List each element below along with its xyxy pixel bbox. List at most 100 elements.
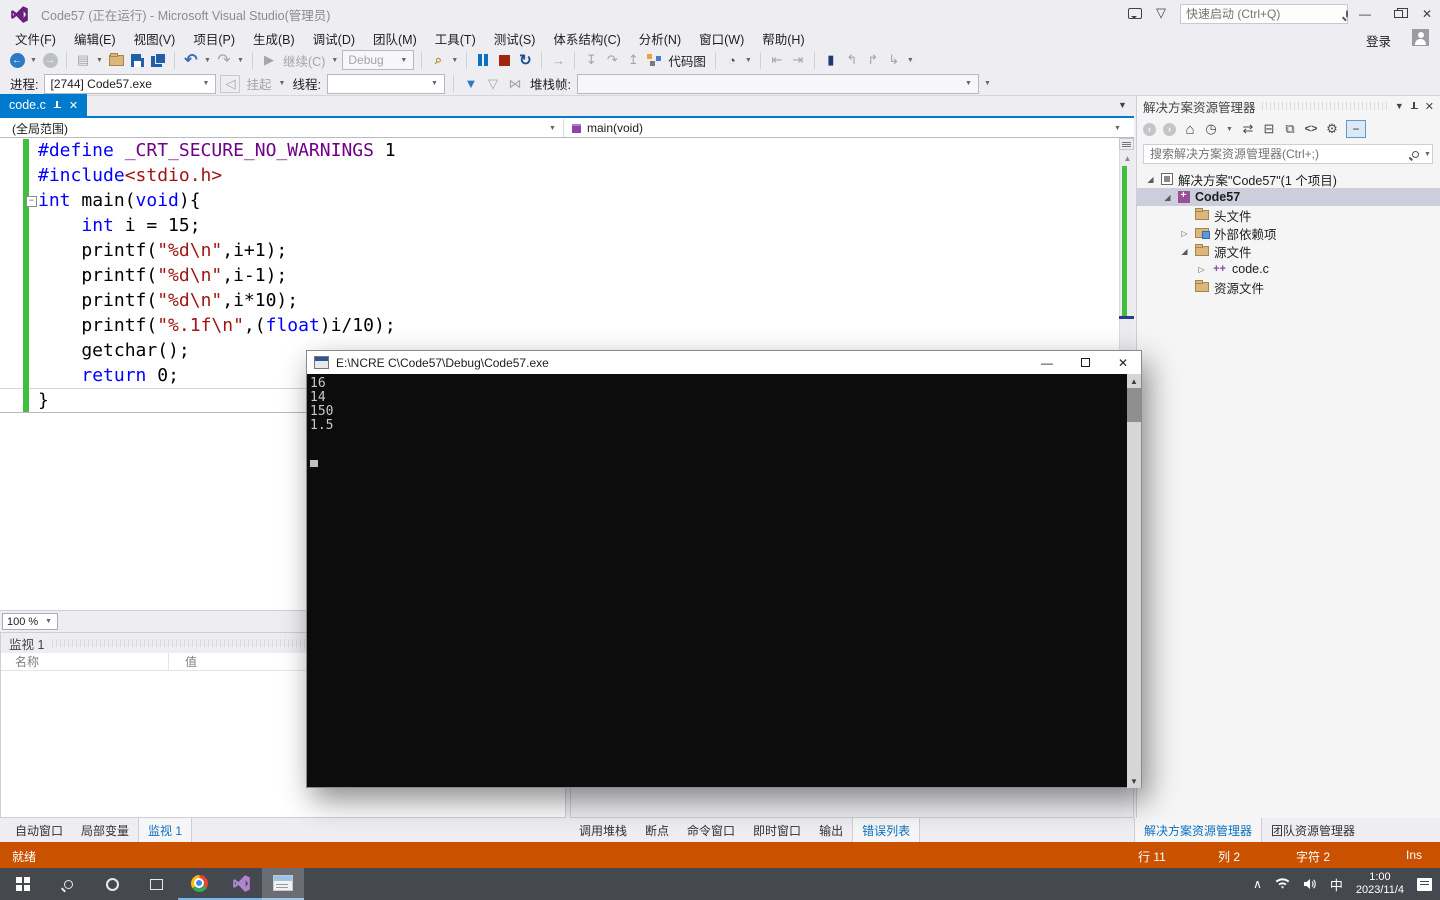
start-button[interactable] — [0, 868, 46, 900]
filter-flagged-icon[interactable]: ▽ — [484, 73, 502, 95]
clear-bookmarks-icon[interactable]: ↳ — [885, 49, 903, 71]
console-minimize-button[interactable]: — — [1031, 351, 1063, 374]
redo-icon[interactable]: ↷ — [215, 49, 233, 71]
filter-dropdown[interactable]: ▼ — [1225, 126, 1234, 133]
scope-dropdown[interactable]: (全局范围) ▼ — [6, 119, 564, 137]
console-scroll-down-icon[interactable]: ▼ — [1127, 774, 1141, 788]
panel-tab[interactable]: 自动窗口 — [6, 818, 72, 844]
tree-item-folder-deps[interactable]: ▷ 外部依赖项 — [1137, 224, 1440, 242]
visual-studio-taskbar-button[interactable] — [220, 868, 262, 900]
menu-item[interactable]: 体系结构(C) — [544, 27, 629, 50]
window-position-dropdown[interactable]: ▼ — [1395, 101, 1404, 111]
watch-col-name[interactable]: 名称 — [1, 653, 169, 670]
thread-dropdown[interactable]: ▼ — [326, 73, 445, 94]
wifi-icon[interactable] — [1275, 878, 1290, 890]
collapse-all-icon[interactable]: ⊟ — [1262, 120, 1276, 138]
editor-split-handle[interactable] — [1119, 138, 1134, 150]
suspend-label[interactable]: 挂起 — [246, 74, 271, 93]
close-button[interactable]: ✕ — [1414, 4, 1440, 24]
menu-item[interactable]: 调试(D) — [304, 27, 364, 50]
se-back-icon[interactable]: ‹ — [1143, 122, 1156, 136]
code-line[interactable]: printf("%d\n",i+1); — [0, 238, 1119, 263]
panel-tab[interactable]: 团队资源管理器 — [1262, 818, 1364, 844]
action-center-icon[interactable] — [1417, 877, 1432, 891]
editor-zoom-dropdown[interactable]: 100 % ▼ — [2, 613, 58, 630]
solution-explorer-header[interactable]: 解决方案资源管理器 ▼ ✕ — [1137, 96, 1440, 116]
menu-item[interactable]: 窗口(W) — [690, 27, 753, 50]
close-tab-icon[interactable]: ✕ — [69, 99, 78, 112]
hidden-icons-chevron[interactable]: ∧ — [1253, 877, 1262, 891]
menu-item[interactable]: 团队(M) — [364, 27, 426, 50]
code-line[interactable]: printf("%.1f\n",(float)i/10); — [0, 313, 1119, 338]
diagnostic-dropdown[interactable]: ▼ — [744, 57, 753, 64]
previous-bookmark-icon[interactable]: ↰ — [843, 49, 861, 71]
code-map-icon[interactable] — [645, 49, 663, 71]
menu-item[interactable]: 分析(N) — [630, 27, 690, 50]
panel-tab[interactable]: 命令窗口 — [678, 818, 744, 844]
view-code-icon[interactable]: <> — [1304, 120, 1318, 138]
menu-item[interactable]: 项目(P) — [184, 27, 244, 50]
console-output[interactable]: 16 14 150 1.5 — [307, 374, 1141, 787]
menu-item[interactable]: 生成(B) — [244, 27, 304, 50]
console-maximize-button[interactable] — [1069, 351, 1101, 374]
tree-expand-arrow[interactable]: ▷ — [1179, 229, 1190, 238]
properties-icon[interactable]: ⚙ — [1325, 120, 1339, 138]
code-line[interactable]: printf("%d\n",i*10); — [0, 288, 1119, 313]
show-all-files-icon[interactable]: ⧉ — [1283, 120, 1297, 138]
panel-tab[interactable]: 即时窗口 — [744, 818, 810, 844]
cortana-button[interactable] — [90, 868, 134, 900]
toolbar-overflow-2[interactable]: ▼ — [906, 57, 915, 64]
speaker-icon[interactable] — [1303, 878, 1317, 890]
save-icon[interactable] — [128, 49, 146, 71]
home-icon[interactable]: ⌂ — [1183, 120, 1197, 138]
filter-threads-icon[interactable]: ▼ — [462, 73, 480, 95]
solution-search-box[interactable]: ▼ — [1143, 144, 1433, 164]
toggle-bookmark-icon[interactable]: ▮ — [822, 49, 840, 71]
menu-item[interactable]: 编辑(E) — [65, 27, 125, 50]
save-all-icon[interactable] — [149, 49, 167, 71]
menu-item[interactable]: 工具(T) — [426, 27, 485, 50]
next-bookmark-icon[interactable]: ↱ — [864, 49, 882, 71]
chrome-taskbar-button[interactable] — [178, 868, 220, 900]
console-title-bar[interactable]: E:\NCRE C\Code57\Debug\Code57.exe — [307, 351, 1141, 374]
step-into-icon[interactable]: ↧ — [582, 49, 600, 71]
restart-icon[interactable]: ↻ — [516, 49, 534, 71]
panel-tab[interactable]: 监视 1 — [138, 818, 193, 844]
diagnostic-tools-icon[interactable]: ◔ — [723, 49, 741, 71]
panel-tab[interactable]: 局部变量 — [72, 818, 138, 844]
auto-hide-pin-icon[interactable] — [1410, 101, 1419, 111]
code-map-label[interactable]: 代码图 — [668, 51, 706, 70]
indent-icon[interactable]: ⇥ — [789, 49, 807, 71]
menu-item[interactable]: 测试(S) — [485, 27, 545, 50]
panel-tab[interactable]: 调用堆栈 — [570, 818, 636, 844]
continue-icon[interactable]: ▶ — [260, 49, 278, 71]
console-window[interactable]: E:\NCRE C\Code57\Debug\Code57.exe — ✕ 16… — [306, 350, 1142, 788]
console-scroll-thumb[interactable] — [1127, 388, 1141, 422]
console-scroll-up-icon[interactable]: ▲ — [1127, 374, 1141, 388]
se-forward-icon[interactable]: › — [1163, 122, 1176, 136]
stack-frame-dropdown[interactable]: ▼ — [576, 73, 979, 94]
taskbar-clock[interactable]: 1:00 2023/11/4 — [1356, 871, 1404, 897]
redo-dropdown[interactable]: ▼ — [236, 57, 245, 64]
code-line[interactable]: int i = 15; — [0, 213, 1119, 238]
search-options-dropdown[interactable]: ▼ — [1423, 151, 1432, 158]
menu-item[interactable]: 视图(V) — [125, 27, 185, 50]
panel-tab[interactable]: 解决方案资源管理器 — [1134, 818, 1263, 844]
tab-code-c[interactable]: code.c ✕ — [0, 94, 88, 116]
preview-selected-items-icon[interactable]: − — [1346, 120, 1366, 138]
menu-item[interactable]: 文件(F) — [6, 27, 65, 50]
suspend-icon[interactable]: ◁ — [220, 74, 241, 93]
code-line[interactable]: #include<stdio.h> — [0, 163, 1119, 188]
scroll-up-icon[interactable]: ▲ — [1120, 151, 1135, 165]
minimize-button[interactable]: — — [1352, 4, 1378, 24]
quick-launch-box[interactable] — [1180, 4, 1348, 24]
user-avatar[interactable] — [1412, 29, 1429, 46]
tree-expand-arrow[interactable]: ◢ — [1179, 247, 1190, 256]
break-all-icon[interactable] — [474, 49, 492, 71]
close-panel-icon[interactable]: ✕ — [1425, 100, 1434, 113]
continue-dropdown[interactable]: ▼ — [330, 57, 339, 64]
step-out-icon[interactable]: ↥ — [624, 49, 642, 71]
solution-search-input[interactable] — [1144, 147, 1412, 161]
code-line[interactable]: #define _CRT_SECURE_NO_WARNINGS 1 — [0, 138, 1119, 163]
pending-changes-filter-icon[interactable]: ◷ — [1204, 120, 1218, 138]
